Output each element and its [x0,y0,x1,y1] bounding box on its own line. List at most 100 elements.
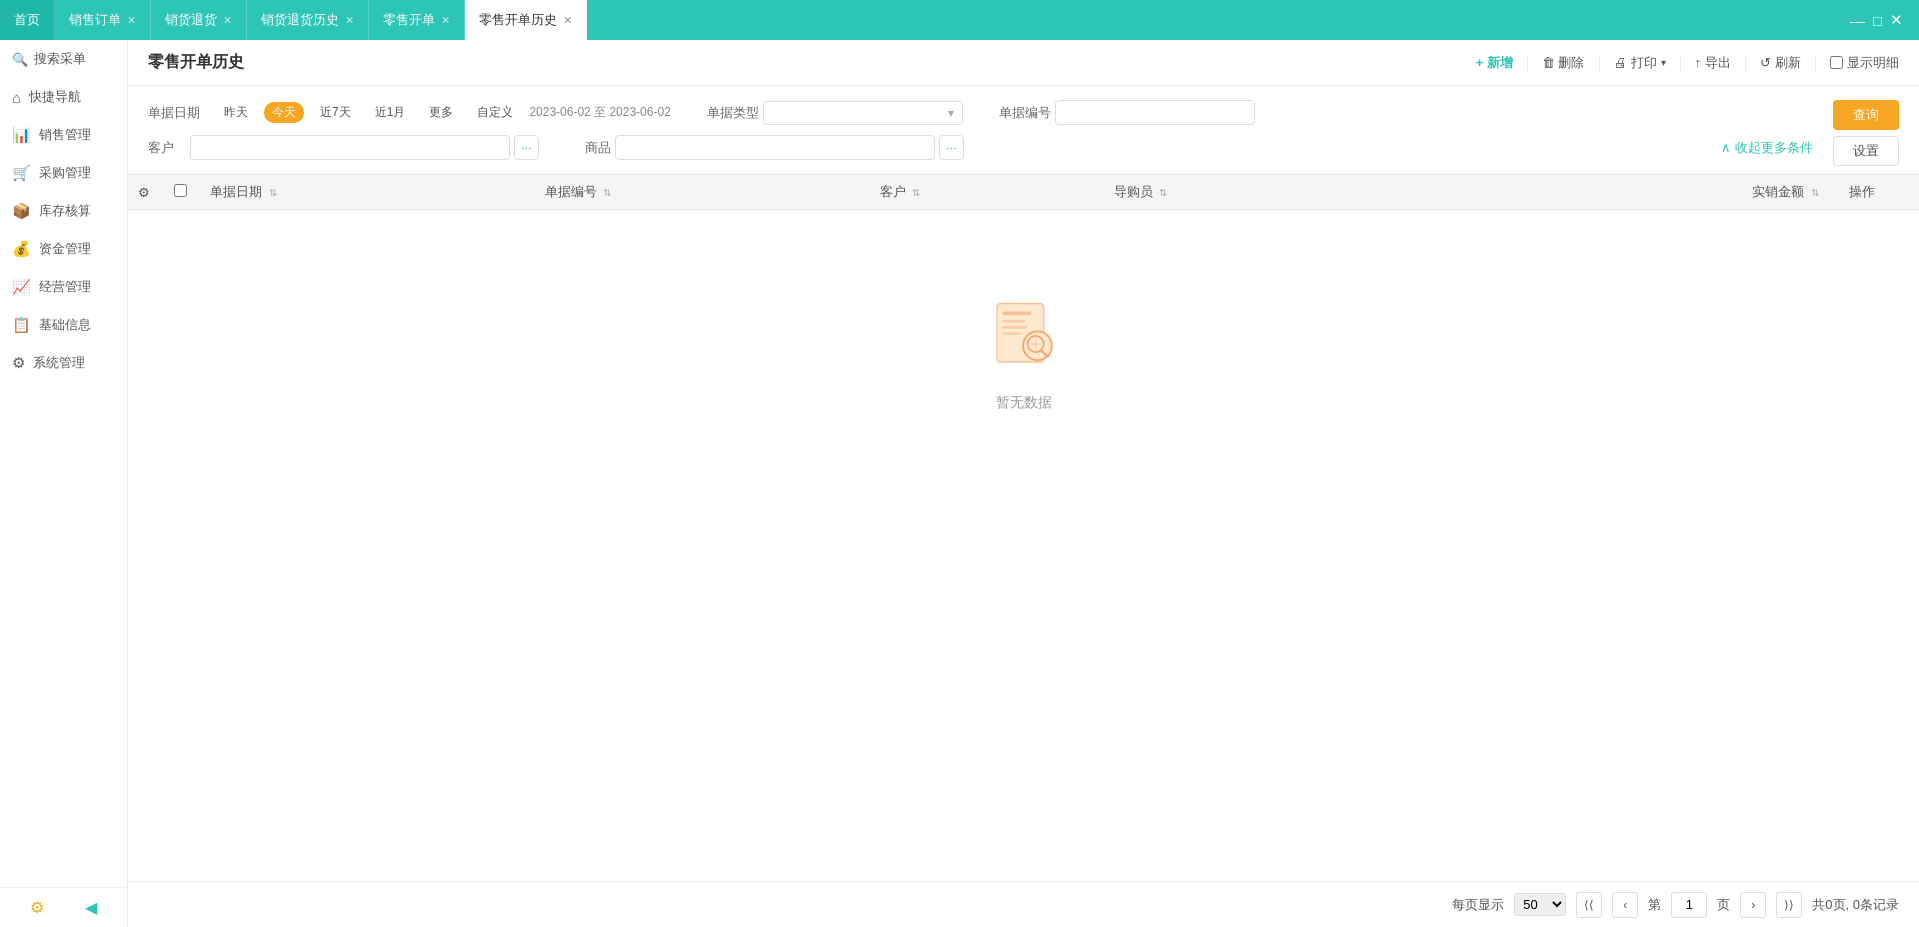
sidebar-item-operations[interactable]: 📈 经营管理 [0,268,127,306]
close-retail-open-tab[interactable]: ✕ [441,14,450,27]
id-input[interactable] [1055,100,1255,125]
sales-order-tab-label: 销售订单 [69,11,121,29]
goods-ellipsis-btn[interactable]: ··· [939,135,964,160]
content-area: 零售开单历史 + 新增 🗑 删除 🖨 打印 ▾ ↑ 导出 ↺ [128,40,1919,927]
base-info-icon: 📋 [12,316,31,334]
svg-rect-4 [1002,332,1020,335]
date-yesterday[interactable]: 昨天 [216,102,256,123]
page-header: 零售开单历史 + 新增 🗑 删除 🖨 打印 ▾ ↑ 导出 ↺ [128,40,1919,86]
th-salesperson[interactable]: 导购员 ⇅ [1104,175,1389,210]
th-date[interactable]: 单据日期 ⇅ [200,175,535,210]
customer-ellipsis-btn[interactable]: ··· [514,135,539,160]
close-sales-return-history-tab[interactable]: ✕ [345,14,354,27]
th-settings[interactable]: ⚙ [128,175,164,210]
tab-sales-order[interactable]: 销售订单 ✕ [55,0,151,40]
maximize-btn[interactable]: □ [1873,12,1882,29]
filter-area: 单据日期 昨天 今天 近7天 近1月 更多 自定义 2023-06-02 至 2… [128,86,1919,175]
sidebar-item-quick-nav[interactable]: ⌂ 快捷导航 [0,78,127,116]
delete-button[interactable]: 🗑 删除 [1542,54,1585,72]
th-amount[interactable]: 实销金额 ⇅ [1466,175,1839,210]
th-spacer [1388,175,1465,210]
date-1month[interactable]: 近1月 [367,102,414,123]
sidebar-item-sales[interactable]: 📊 销售管理 [0,116,127,154]
sidebar-item-finance[interactable]: 💰 资金管理 [0,230,127,268]
settings-gear-icon[interactable]: ⚙ [30,898,44,917]
sidebar-item-purchase-label: 采购管理 [39,164,91,182]
date-7days[interactable]: 近7天 [312,102,359,123]
show-detail-checkbox-label[interactable]: 显示明细 [1830,54,1899,72]
table-area: ⚙ 单据日期 ⇅ 单据编号 ⇅ [128,175,1919,881]
th-checkbox[interactable] [164,175,200,210]
data-table: ⚙ 单据日期 ⇅ 单据编号 ⇅ [128,175,1919,210]
th-customer[interactable]: 客户 ⇅ [870,175,1104,210]
goods-input[interactable] [615,135,935,160]
divider-5 [1815,55,1816,71]
tab-sales-return[interactable]: 销货退货 ✕ [151,0,247,40]
svg-rect-1 [1002,312,1031,316]
sidebar-search[interactable]: 🔍 搜索采单 [0,40,127,78]
close-retail-open-history-tab[interactable]: ✕ [563,14,572,27]
customer-input[interactable] [190,135,510,160]
sidebar-item-inventory[interactable]: 📦 库存核算 [0,192,127,230]
add-button[interactable]: + 新增 [1476,54,1513,72]
th-amount-sort: ⇅ [1811,187,1819,198]
close-sales-return-tab[interactable]: ✕ [223,14,232,27]
home-icon: ⌂ [12,89,21,106]
query-buttons: 查询 设置 [1833,100,1899,166]
close-sales-order-tab[interactable]: ✕ [127,14,136,27]
th-date-sort: ⇅ [269,187,277,198]
export-button[interactable]: ↑ 导出 [1695,54,1732,72]
divider-2 [1599,55,1600,71]
sidebar-search-label: 搜索采单 [34,50,86,68]
last-page-btn[interactable]: ⟩⟩ [1776,892,1802,918]
th-customer-sort: ⇅ [912,187,920,198]
date-today[interactable]: 今天 [264,102,304,123]
query-button[interactable]: 查询 [1833,100,1899,130]
print-label: 打印 [1631,54,1657,72]
th-number[interactable]: 单据编号 ⇅ [535,175,870,210]
next-page-btn[interactable]: › [1740,892,1766,918]
collapse-sidebar-icon[interactable]: ◀ [85,898,97,917]
type-select[interactable]: ▾ [763,101,963,125]
sidebar-item-quick-nav-label: 快捷导航 [29,88,81,106]
th-action-label: 操作 [1849,184,1875,199]
print-button[interactable]: 🖨 打印 ▾ [1614,54,1666,72]
svg-rect-3 [1002,326,1027,329]
sidebar-item-finance-label: 资金管理 [39,240,91,258]
collapse-filter-btn[interactable]: ∧ 收起更多条件 [1721,139,1813,157]
tab-sales-return-history[interactable]: 销货退货历史 ✕ [247,0,369,40]
show-detail-checkbox[interactable] [1830,56,1843,69]
prev-page-btn[interactable]: ‹ [1612,892,1638,918]
sidebar-item-base-info-label: 基础信息 [39,316,91,334]
print-dropdown-icon: ▾ [1661,57,1666,68]
header-actions: + 新增 🗑 删除 🖨 打印 ▾ ↑ 导出 ↺ 刷新 [1476,54,1899,72]
column-settings-icon[interactable]: ⚙ [138,185,150,200]
sidebar-item-system[interactable]: ⚙ 系统管理 [0,344,127,382]
date-range-display: 2023-06-02 至 2023-06-02 [529,104,670,121]
empty-illustration [979,290,1069,380]
tab-home[interactable]: 首页 [0,0,55,40]
sidebar-item-base-info[interactable]: 📋 基础信息 [0,306,127,344]
page-number-input[interactable] [1671,892,1707,918]
date-custom[interactable]: 自定义 [469,102,521,123]
empty-text: 暂无数据 [996,394,1052,412]
tab-retail-open-history[interactable]: 零售开单历史 ✕ [465,0,587,40]
sales-icon: 📊 [12,126,31,144]
customer-filter-label: 客户 [148,139,174,157]
first-page-btn[interactable]: ⟨⟨ [1576,892,1602,918]
purchase-icon: 🛒 [12,164,31,182]
select-all-checkbox[interactable] [174,184,187,197]
divider-4 [1745,55,1746,71]
close-btn[interactable]: ✕ [1890,11,1903,29]
sidebar-item-purchase[interactable]: 🛒 采购管理 [0,154,127,192]
tab-retail-open[interactable]: 零售开单 ✕ [369,0,465,40]
sidebar: 🔍 搜索采单 ⌂ 快捷导航 📊 销售管理 🛒 采购管理 📦 库存核算 💰 资金管… [0,40,128,927]
finance-icon: 💰 [12,240,31,258]
minimize-btn[interactable]: — [1850,12,1865,29]
settings-button[interactable]: 设置 [1833,136,1899,166]
sidebar-item-inventory-label: 库存核算 [39,202,91,220]
date-more[interactable]: 更多 [421,102,461,123]
refresh-button[interactable]: ↺ 刷新 [1760,54,1801,72]
page-size-select[interactable]: 50 10 20 100 [1514,893,1566,916]
refresh-icon: ↺ [1760,55,1771,70]
